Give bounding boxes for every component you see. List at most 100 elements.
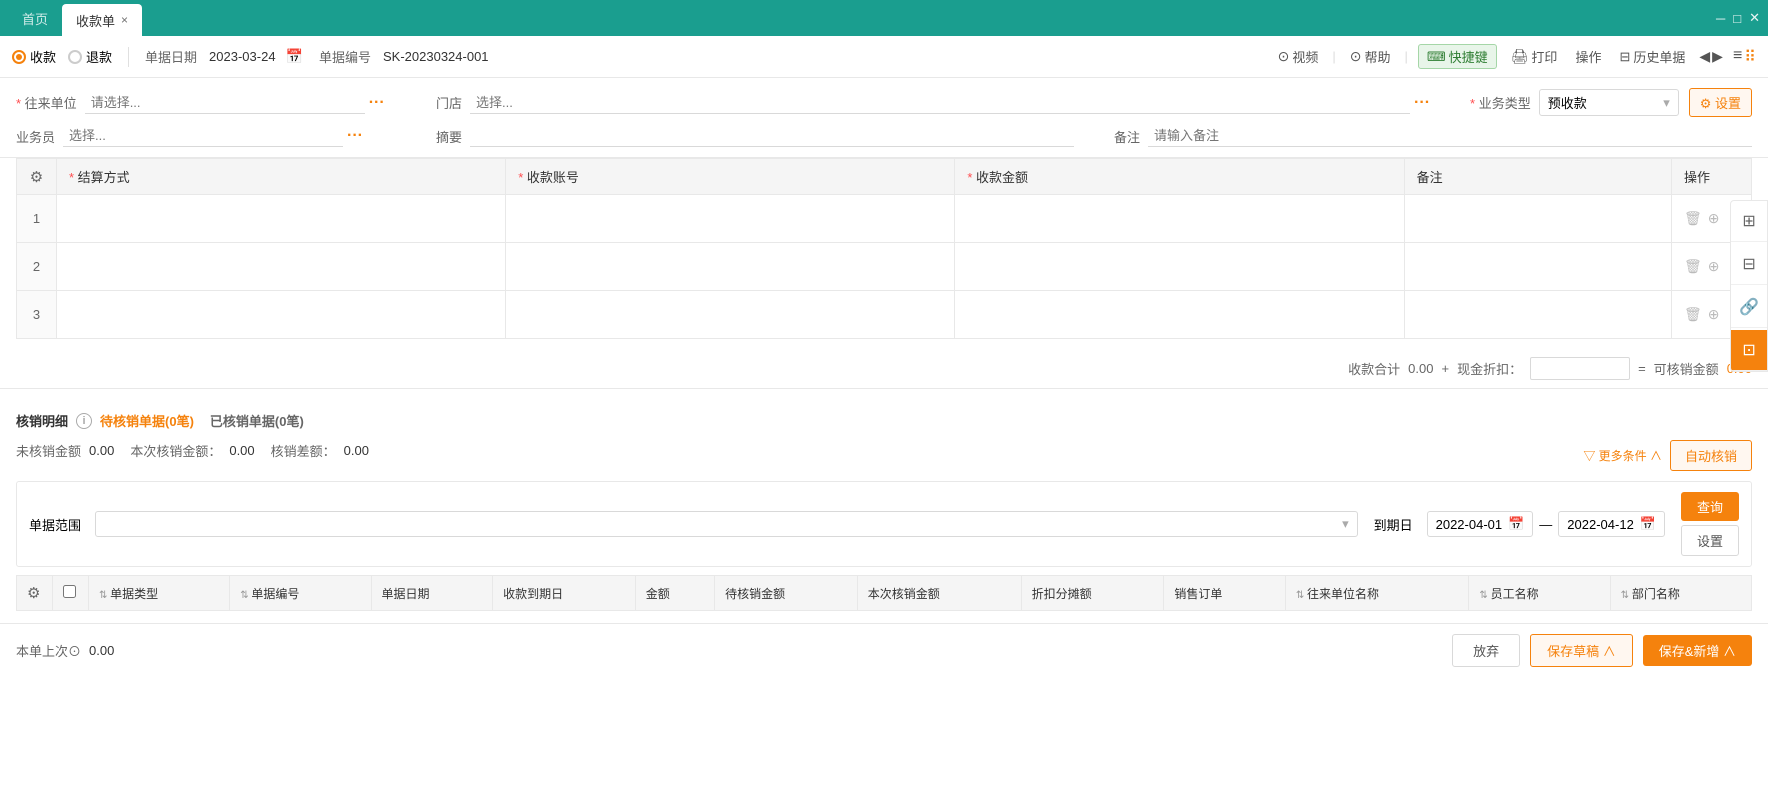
btcol-this-header: 本次核销金额: [857, 576, 1021, 611]
data-table-section: ⚙ 结算方式 收款账号 收款金额 备注 操作: [0, 158, 1768, 349]
date-separator: —: [1539, 517, 1552, 532]
verify-info-icon[interactable]: i: [76, 413, 92, 429]
nav-right-icon[interactable]: ▶: [1712, 48, 1723, 65]
store-input[interactable]: [470, 92, 1410, 114]
row-3-amount[interactable]: [955, 291, 1404, 339]
date-to-calendar-icon: 📅: [1640, 516, 1656, 532]
salesman-more-icon[interactable]: ···: [347, 127, 363, 145]
row-3-remark[interactable]: [1404, 291, 1671, 339]
range-field: 单据范围 ▾: [29, 511, 1358, 537]
row-2-delete-icon[interactable]: 🗑: [1684, 258, 1702, 275]
grid-dots-icon[interactable]: ⠿: [1744, 47, 1756, 67]
gear-icon[interactable]: ⚙: [30, 169, 43, 186]
right-panel-btn-2[interactable]: ⊟: [1731, 244, 1767, 285]
row-2-copy-icon[interactable]: ⊕: [1708, 258, 1720, 275]
pending-link[interactable]: 待核销单据(0笔): [100, 409, 194, 432]
row-1-account[interactable]: [506, 195, 955, 243]
row-2-amount[interactable]: [955, 243, 1404, 291]
row-2-settle[interactable]: [57, 243, 506, 291]
salesman-input[interactable]: [63, 125, 343, 147]
business-type-select[interactable]: 预收款 ▾: [1539, 89, 1679, 116]
counterpart-field: 往来单位 ···: [16, 92, 396, 114]
range-dropdown-icon: ▾: [1342, 516, 1349, 532]
tab-close-icon[interactable]: ×: [121, 13, 128, 27]
more-conditions-btn[interactable]: ▽ 更多条件 ∧: [1583, 447, 1662, 464]
menu-icon[interactable]: ≡: [1733, 47, 1742, 67]
minimize-icon[interactable]: ─: [1716, 11, 1725, 26]
save-new-button[interactable]: 保存&新增 ∧: [1643, 635, 1752, 666]
col-amount-header: 收款金额: [955, 159, 1404, 195]
counterpart-input[interactable]: [85, 92, 365, 114]
date-from-input[interactable]: 2022-04-01 📅: [1427, 511, 1534, 537]
save-draft-button[interactable]: 保存草稿 ∧: [1530, 634, 1633, 667]
radio-receipt-circle: [12, 50, 26, 64]
maximize-icon[interactable]: □: [1733, 11, 1741, 26]
date-value: 2023-03-24: [209, 49, 276, 64]
col-settings-header: ⚙: [17, 159, 57, 195]
row-1-amount[interactable]: [955, 195, 1404, 243]
select-all-checkbox[interactable]: [63, 585, 76, 598]
video-icon: ⊙: [1278, 48, 1290, 65]
operation-btn[interactable]: 操作: [1571, 45, 1605, 68]
total-label: 收款合计: [1348, 359, 1400, 378]
table-row: 2 🗑 ⊕: [17, 243, 1752, 291]
row-3-account[interactable]: [506, 291, 955, 339]
abandon-button[interactable]: 放弃: [1452, 634, 1520, 667]
tab-active[interactable]: 收款单 ×: [62, 4, 142, 36]
row-1-remark[interactable]: [1404, 195, 1671, 243]
salesman-field: 业务员 ···: [16, 125, 396, 147]
row-3-num: 3: [17, 291, 57, 339]
row-1-delete-icon[interactable]: 🗑: [1684, 210, 1702, 227]
close-window-icon[interactable]: ✕: [1749, 10, 1760, 26]
store-label: 门店: [436, 93, 462, 112]
remark-input[interactable]: [1148, 125, 1752, 147]
row-3-delete-icon[interactable]: 🗑: [1684, 306, 1702, 323]
form-row-1: 往来单位 ··· 门店 ··· 业务类型 预收款 ▾ ⚙ 设置: [16, 88, 1752, 117]
nav-left-icon[interactable]: ◀: [1699, 48, 1710, 65]
print-btn[interactable]: 🖨 打印: [1507, 45, 1562, 68]
date-to-input[interactable]: 2022-04-12 📅: [1558, 511, 1665, 537]
receipt-refund-radio: 收款 退款: [12, 47, 112, 66]
right-panel-btn-1[interactable]: ⊞: [1731, 201, 1767, 242]
auto-verify-button[interactable]: 自动核销: [1670, 440, 1752, 471]
counterpart-more-icon[interactable]: ···: [369, 94, 385, 112]
unverified-value: 0.00: [89, 443, 114, 458]
summary-input[interactable]: [470, 125, 1074, 147]
query-button[interactable]: 查询: [1681, 492, 1739, 521]
filter-buttons: 查询 设置: [1681, 492, 1739, 556]
row-3-settle[interactable]: [57, 291, 506, 339]
help-btn[interactable]: ⊙ 帮助: [1346, 45, 1395, 68]
equals-sign: =: [1638, 361, 1646, 376]
btcol-type-header: 单据类型: [89, 576, 230, 611]
range-select[interactable]: ▾: [95, 511, 1358, 537]
salesman-label: 业务员: [16, 127, 55, 146]
radio-refund[interactable]: 退款: [68, 47, 112, 66]
discount-input[interactable]: [1530, 357, 1630, 380]
video-btn[interactable]: ⊙ 视频: [1274, 45, 1323, 68]
store-more-icon[interactable]: ···: [1414, 94, 1430, 112]
row-1-copy-icon[interactable]: ⊕: [1708, 210, 1720, 227]
history-btn[interactable]: ⊟ 历史单据: [1615, 45, 1689, 68]
shortcut-btn[interactable]: ⌨ 快捷键: [1418, 44, 1497, 69]
settings-button[interactable]: ⚙ 设置: [1689, 88, 1752, 117]
business-type-value: 预收款: [1548, 93, 1587, 112]
setting-button-2[interactable]: 设置: [1681, 525, 1739, 556]
save-draft-label: 保存草稿 ∧: [1547, 641, 1616, 660]
verify-right: ▽ 更多条件 ∧ 自动核销: [1583, 440, 1752, 471]
row-2-remark[interactable]: [1404, 243, 1671, 291]
history-icon: ⊟: [1619, 49, 1630, 65]
col-remark-header: 备注: [1404, 159, 1671, 195]
right-panel-btn-4[interactable]: ⊡: [1731, 330, 1767, 371]
tab-home[interactable]: 首页: [8, 0, 62, 36]
radio-receipt[interactable]: 收款: [12, 47, 56, 66]
row-1-settle[interactable]: [57, 195, 506, 243]
done-link[interactable]: 已核销单据(0笔): [210, 409, 304, 432]
right-panel-btn-3[interactable]: 🔗: [1731, 287, 1767, 328]
row-3-copy-icon[interactable]: ⊕: [1708, 306, 1720, 323]
verify-table: ⚙ 单据类型 单据编号 单据日期 收款到期日 金额 待核销金额 本次核销金额 折…: [16, 575, 1752, 611]
btcol-counterpart-header: 往来单位名称: [1285, 576, 1469, 611]
row-2-num: 2: [17, 243, 57, 291]
bt-gear-icon[interactable]: ⚙: [27, 585, 40, 602]
calendar-icon[interactable]: 📅: [286, 48, 303, 65]
row-2-account[interactable]: [506, 243, 955, 291]
